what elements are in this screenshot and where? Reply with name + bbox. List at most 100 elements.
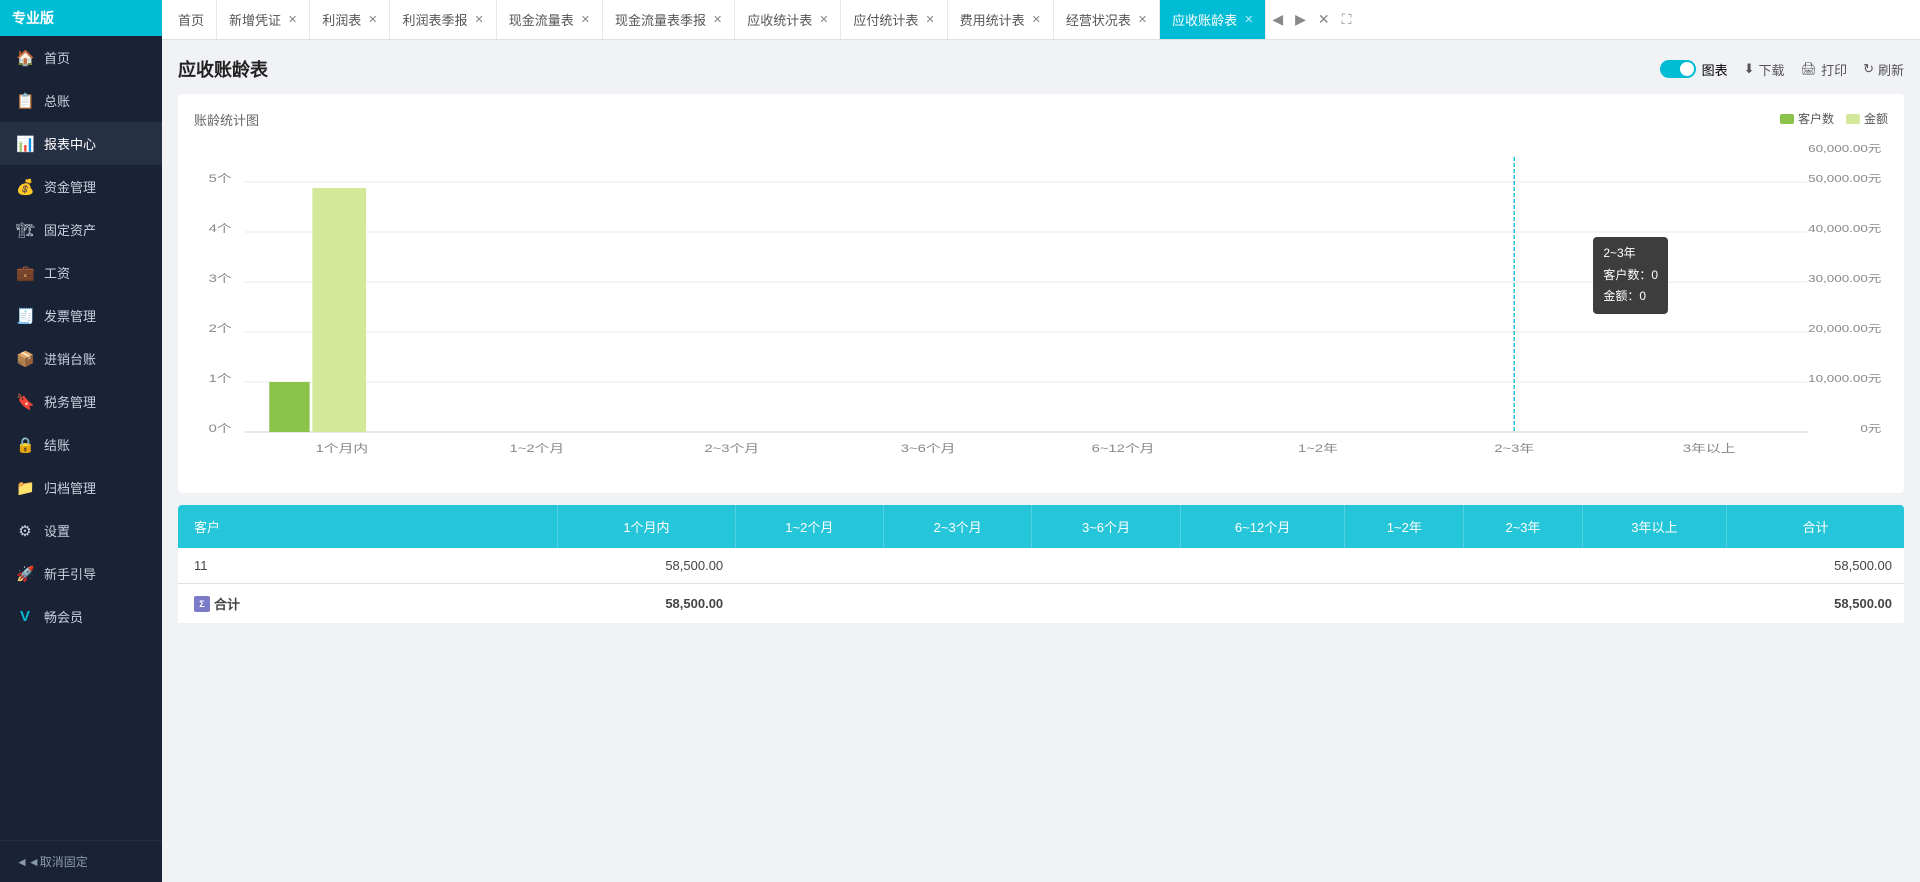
member-icon: V: [16, 608, 34, 625]
tab-operations[interactable]: 经营状况表 ✕: [1054, 0, 1160, 39]
svg-text:50,000.00元: 50,000.00元: [1808, 173, 1881, 185]
total-icon: Σ: [194, 596, 210, 612]
chart-svg-container: 0个 1个 2个 3个 4个 5个 0元 10,000.00元 20,000.0…: [194, 137, 1888, 477]
download-button[interactable]: ⬇ 下载: [1744, 60, 1785, 79]
tab-close-cashflow-quarter[interactable]: ✕: [713, 13, 722, 26]
legend-amount-color: [1846, 114, 1860, 124]
total-y12: [1345, 584, 1464, 624]
sidebar-item-reports[interactable]: 📊 报表中心: [0, 122, 162, 165]
cell-customer: 11: [178, 548, 558, 584]
tab-close-ar-stats[interactable]: ✕: [819, 13, 828, 26]
cell-y3plus: [1582, 548, 1726, 584]
table-row: 11 58,500.00 58,500.00: [178, 548, 1904, 584]
col-header-y12: 1~2年: [1345, 505, 1464, 548]
sidebar-item-invoices[interactable]: 🧾 发票管理: [0, 294, 162, 337]
print-button[interactable]: 🖨 打印: [1801, 60, 1848, 79]
sidebar-item-salary[interactable]: 💼 工资: [0, 251, 162, 294]
svg-text:5个: 5个: [209, 172, 232, 185]
tab-maximize[interactable]: ⛶: [1336, 0, 1358, 39]
refresh-icon: ↻: [1863, 61, 1874, 77]
chart-title: 账龄统计图: [194, 110, 1888, 129]
closing-icon: 🔒: [16, 436, 34, 454]
cell-y12: [1345, 548, 1464, 584]
tab-close-ar-aging[interactable]: ✕: [1244, 13, 1253, 26]
chart-toggle[interactable]: [1660, 60, 1696, 78]
sidebar-label-funds: 资金管理: [44, 177, 96, 196]
total-m12: [735, 584, 883, 624]
legend-amount-label: 金额: [1864, 110, 1888, 127]
page-header: 应收账龄表 图表 ⬇ 下载 🖨 打印 ↻ 刷新: [178, 56, 1904, 82]
sidebar-item-home[interactable]: 🏠 首页: [0, 36, 162, 79]
col-header-customer: 客户: [178, 505, 558, 548]
refresh-label: 刷新: [1878, 60, 1904, 79]
tab-close-all[interactable]: ✕: [1312, 0, 1336, 39]
chart-toggle-label: 图表: [1702, 60, 1728, 79]
sidebar-label-member: 畅会员: [44, 607, 83, 626]
sidebar-label-archive: 归档管理: [44, 478, 96, 497]
tab-ap-stats[interactable]: 应付统计表 ✕: [841, 0, 947, 39]
sidebar-item-member[interactable]: V 畅会员: [0, 595, 162, 638]
archive-icon: 📁: [16, 479, 34, 497]
tab-close-expense[interactable]: ✕: [1032, 13, 1041, 26]
tab-cashflow[interactable]: 现金流量表 ✕: [497, 0, 603, 39]
tab-home[interactable]: 首页: [166, 0, 217, 39]
total-total: 58,500.00: [1727, 584, 1905, 624]
sidebar-label-salary: 工资: [44, 263, 70, 282]
col-header-m36: 3~6个月: [1032, 505, 1180, 548]
col-header-m12: 1~2个月: [735, 505, 883, 548]
sidebar-item-closing[interactable]: 🔒 结账: [0, 423, 162, 466]
download-icon: ⬇: [1744, 61, 1755, 77]
total-m23: [884, 584, 1032, 624]
sidebar-item-settings[interactable]: ⚙ 设置: [0, 509, 162, 552]
svg-text:2个: 2个: [209, 322, 232, 335]
tab-close-profit[interactable]: ✕: [368, 13, 377, 26]
tab-cashflow-quarter[interactable]: 现金流量表季报 ✕: [603, 0, 735, 39]
tab-scroll-left[interactable]: ◀: [1266, 0, 1289, 39]
legend-customer-color: [1780, 114, 1794, 124]
sidebar-item-funds[interactable]: 💰 资金管理: [0, 165, 162, 208]
tab-close-profit-quarter[interactable]: ✕: [475, 13, 484, 26]
cell-m612: [1180, 548, 1345, 584]
ledger-icon: 📋: [16, 92, 34, 110]
col-header-y3plus: 3年以上: [1582, 505, 1726, 548]
page-actions: 图表 ⬇ 下载 🖨 打印 ↻ 刷新: [1660, 60, 1904, 79]
sidebar-label-inventory: 进销台账: [44, 349, 96, 368]
table-area: 客户 1个月内 1~2个月 2~3个月 3~6个月 6~12个月 1~2年 2~…: [178, 505, 1904, 624]
bar-amount-1: [312, 188, 366, 432]
svg-text:30,000.00元: 30,000.00元: [1808, 273, 1881, 285]
sidebar-item-inventory[interactable]: 📦 进销台账: [0, 337, 162, 380]
sidebar-label-home: 首页: [44, 48, 70, 67]
sidebar-item-archive[interactable]: 📁 归档管理: [0, 466, 162, 509]
sidebar-item-tax[interactable]: 🔖 税务管理: [0, 380, 162, 423]
print-icon: 🖨: [1801, 61, 1818, 77]
tab-close-ap-stats[interactable]: ✕: [925, 13, 934, 26]
tab-close-operations[interactable]: ✕: [1138, 13, 1147, 26]
col-header-m1: 1个月内: [558, 505, 735, 548]
sidebar-toggle-pin[interactable]: ◄◄取消固定: [0, 840, 162, 882]
tab-scroll-right[interactable]: ▶: [1289, 0, 1312, 39]
tab-ar-aging[interactable]: 应收账龄表 ✕: [1160, 0, 1266, 39]
table-total-row: Σ 合计 58,500.00 58,500.00: [178, 584, 1904, 624]
svg-text:1个月内: 1个月内: [316, 442, 369, 455]
tab-voucher[interactable]: 新增凭证 ✕: [217, 0, 310, 39]
svg-text:6~12个月: 6~12个月: [1092, 442, 1155, 455]
tab-profit-quarter[interactable]: 利润表季报 ✕: [390, 0, 496, 39]
tax-icon: 🔖: [16, 393, 34, 411]
sidebar-label-invoices: 发票管理: [44, 306, 96, 325]
refresh-button[interactable]: ↻ 刷新: [1863, 60, 1904, 79]
tab-profit[interactable]: 利润表 ✕: [310, 0, 390, 39]
svg-text:1~2个月: 1~2个月: [510, 442, 565, 455]
tab-expense[interactable]: 费用统计表 ✕: [948, 0, 1054, 39]
tab-close-cashflow[interactable]: ✕: [581, 13, 590, 26]
settings-icon: ⚙: [16, 522, 34, 540]
sidebar-item-ledger[interactable]: 📋 总账: [0, 79, 162, 122]
tab-ar-stats[interactable]: 应收统计表 ✕: [735, 0, 841, 39]
invoices-icon: 🧾: [16, 307, 34, 325]
chart-toggle-wrap: 图表: [1660, 60, 1728, 79]
cell-total: 58,500.00: [1727, 548, 1905, 584]
svg-text:1个: 1个: [209, 372, 232, 385]
tab-bar: 首页 新增凭证 ✕ 利润表 ✕ 利润表季报 ✕ 现金流量表 ✕ 现金流量表季报 …: [162, 0, 1920, 40]
sidebar-item-guide[interactable]: 🚀 新手引导: [0, 552, 162, 595]
tab-close-voucher[interactable]: ✕: [288, 13, 297, 26]
sidebar-item-assets[interactable]: 🏗 固定资产: [0, 208, 162, 251]
